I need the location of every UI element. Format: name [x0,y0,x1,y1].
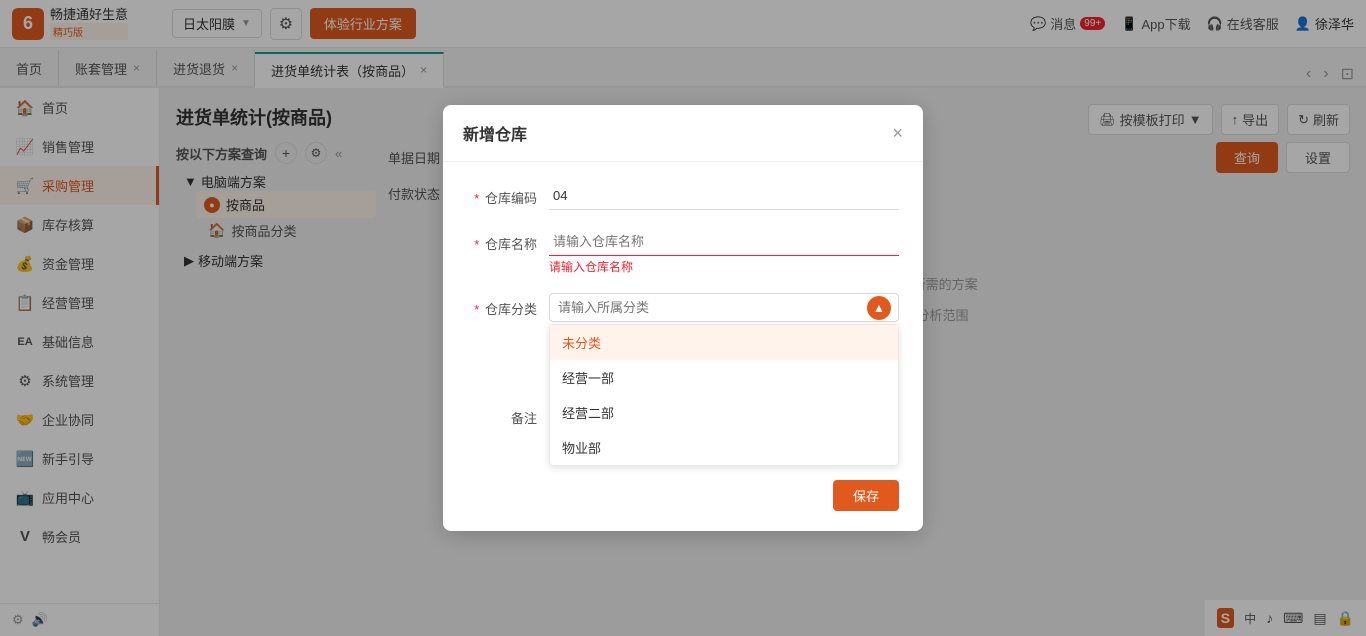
modal-body: * 仓库编码 * 仓库名称 请输入仓库名称 * 仓库分类 [443,162,923,468]
code-input[interactable] [549,182,899,210]
add-warehouse-modal: 新增仓库 × * 仓库编码 * 仓库名称 请输入仓库名称 [443,105,923,531]
modal-title: 新增仓库 [463,121,527,145]
code-control [549,182,899,210]
dropdown-item-dept1[interactable]: 经营一部 [550,360,898,395]
modal-footer: 保存 [443,468,923,531]
name-input[interactable] [549,228,899,256]
category-toggle-button[interactable]: ▲ [867,296,891,320]
category-label: * 仓库分类 [467,293,537,318]
save-button[interactable]: 保存 [833,480,899,511]
dropdown-item-dept2[interactable]: 经营二部 [550,395,898,430]
code-label: * 仓库编码 [467,182,537,207]
modal-header: 新增仓库 × [443,105,923,162]
name-control: 请输入仓库名称 [549,228,899,275]
form-row-code: * 仓库编码 [467,182,899,210]
category-dropdown: 未分类 经营一部 经营二部 物业部 [549,324,899,466]
category-input[interactable] [549,293,899,322]
category-input-wrap: ▲ [549,293,899,322]
dropdown-item-property[interactable]: 物业部 [550,430,898,465]
modal-close-button[interactable]: × [892,123,903,144]
name-label: * 仓库名称 [467,228,537,253]
form-row-category: * 仓库分类 ▲ 未分类 经营一部 经营二部 物业部 [467,293,899,322]
category-control: ▲ 未分类 经营一部 经营二部 物业部 [549,293,899,322]
dropdown-item-unclassified[interactable]: 未分类 [550,325,898,360]
form-row-name: * 仓库名称 请输入仓库名称 [467,228,899,275]
name-error-message: 请输入仓库名称 [549,258,899,275]
remark-label: 备注 [467,402,537,427]
